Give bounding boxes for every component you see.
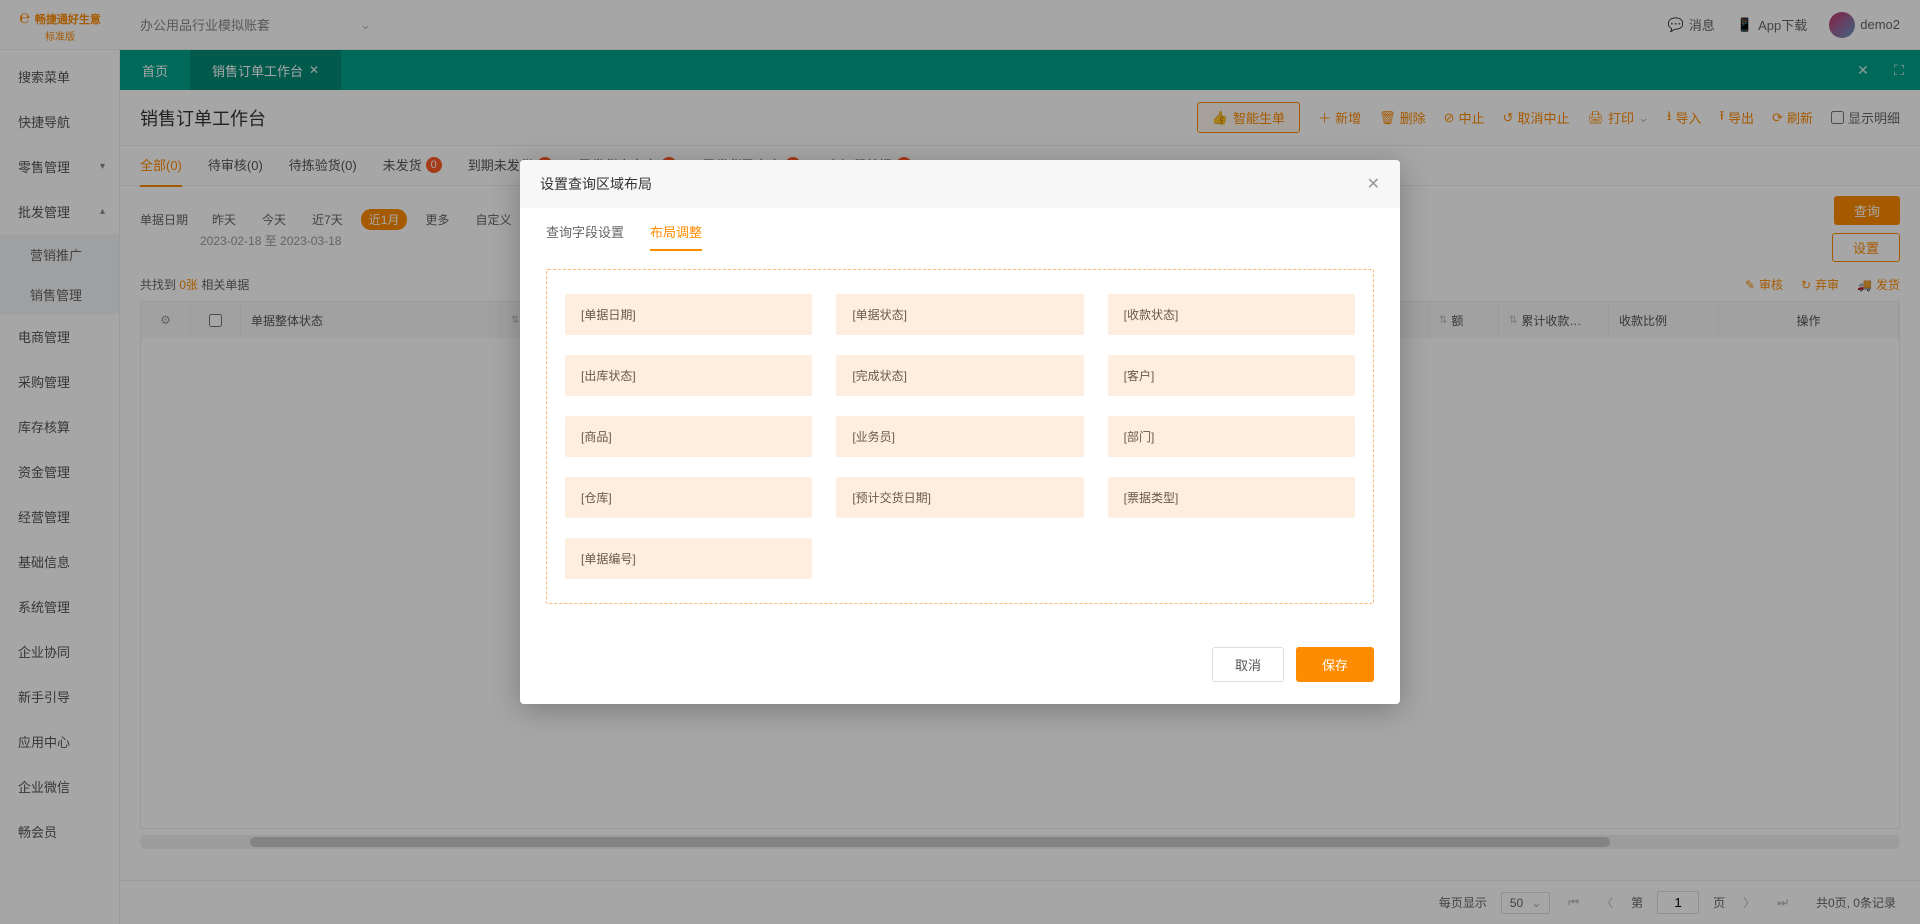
field-warehouse[interactable]: [仓库] [565, 477, 812, 518]
modal-overlay[interactable]: 设置查询区域布局 ✕ 查询字段设置 布局调整 [单据日期] [单据状态] [收款… [0, 0, 1920, 924]
modal-tab-layout[interactable]: 布局调整 [650, 222, 702, 251]
field-payment-status[interactable]: [收款状态] [1108, 294, 1355, 335]
field-invoice-type[interactable]: [票据类型] [1108, 477, 1355, 518]
layout-settings-modal: 设置查询区域布局 ✕ 查询字段设置 布局调整 [单据日期] [单据状态] [收款… [520, 160, 1400, 704]
modal-footer: 取消 保存 [520, 631, 1400, 704]
save-button[interactable]: 保存 [1296, 647, 1374, 682]
modal-tab-fields[interactable]: 查询字段设置 [546, 222, 624, 251]
field-customer[interactable]: [客户] [1108, 355, 1355, 396]
modal-header: 设置查询区域布局 ✕ [520, 160, 1400, 208]
field-product[interactable]: [商品] [565, 416, 812, 457]
field-bill-date[interactable]: [单据日期] [565, 294, 812, 335]
modal-body: [单据日期] [单据状态] [收款状态] [出库状态] [完成状态] [客户] … [520, 251, 1400, 631]
field-salesperson[interactable]: [业务员] [836, 416, 1083, 457]
modal-tabs: 查询字段设置 布局调整 [520, 208, 1400, 251]
modal-close-button[interactable]: ✕ [1367, 174, 1380, 194]
field-bill-no[interactable]: [单据编号] [565, 538, 812, 579]
field-delivery-date[interactable]: [预计交货日期] [836, 477, 1083, 518]
field-complete-status[interactable]: [完成状态] [836, 355, 1083, 396]
field-bill-status[interactable]: [单据状态] [836, 294, 1083, 335]
field-outbound-status[interactable]: [出库状态] [565, 355, 812, 396]
cancel-button[interactable]: 取消 [1212, 647, 1284, 682]
layout-drop-area[interactable]: [单据日期] [单据状态] [收款状态] [出库状态] [完成状态] [客户] … [546, 269, 1374, 604]
field-department[interactable]: [部门] [1108, 416, 1355, 457]
modal-title: 设置查询区域布局 [540, 174, 652, 194]
